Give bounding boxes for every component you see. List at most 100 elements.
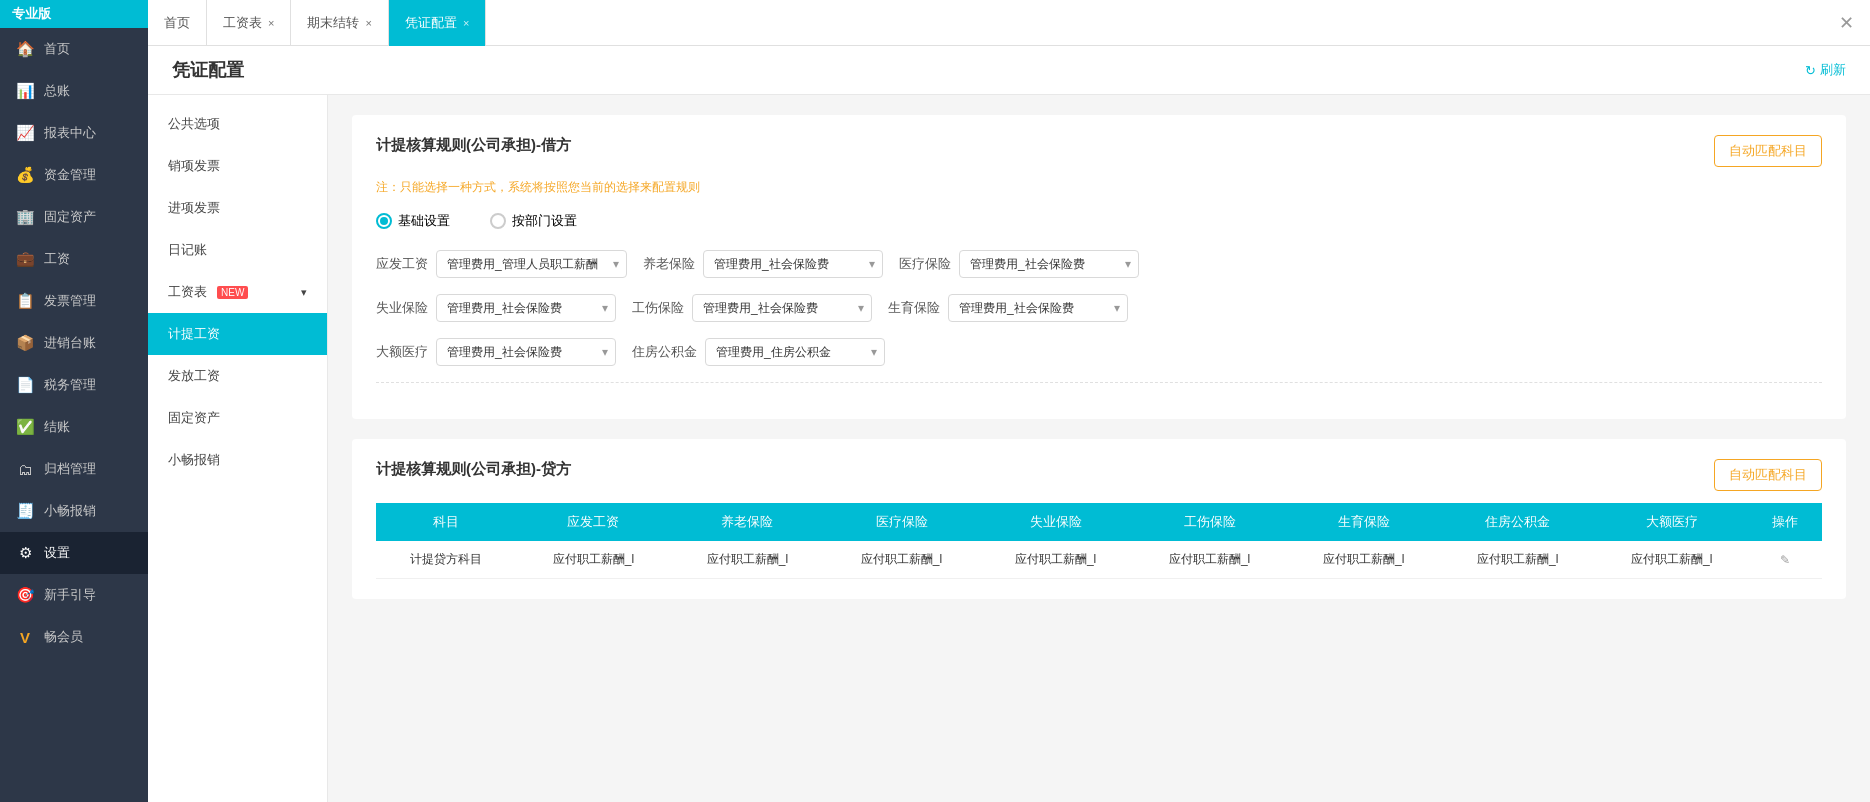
main-area: 首页 工资表 × 期末结转 × 凭证配置 × ✕ 凭证配置 ↻ 刷新 公共选项 bbox=[148, 0, 1870, 802]
sidebar-item-guide[interactable]: 🎯 新手引导 bbox=[0, 574, 148, 616]
sidebar-item-settlement[interactable]: ✅ 结账 bbox=[0, 406, 148, 448]
ledger-icon: 📊 bbox=[16, 82, 34, 100]
shengyu-select[interactable]: 管理费用_社会保险费 bbox=[948, 294, 1128, 322]
yiliao-select[interactable]: 管理费用_社会保险费 bbox=[959, 250, 1139, 278]
field-shengyu: 生育保险 管理费用_社会保险费 bbox=[888, 294, 1128, 322]
topbar: 首页 工资表 × 期末结转 × 凭证配置 × ✕ bbox=[148, 0, 1870, 46]
section-debit-rules: 计提核算规则(公司承担)-借方 自动匹配科目 注：只能选择一种方式，系统将按照您… bbox=[352, 115, 1846, 419]
sidebar-item-fixed-assets[interactable]: 🏢 固定资产 bbox=[0, 196, 148, 238]
sidebar-item-reports[interactable]: 📈 报表中心 bbox=[0, 112, 148, 154]
field-daeyiliao: 大额医疗 管理费用_社会保险费 bbox=[376, 338, 616, 366]
sidebar-item-general-ledger[interactable]: 📊 总账 bbox=[0, 70, 148, 112]
left-nav-xiaochang-expense[interactable]: 小畅报销 bbox=[148, 439, 327, 481]
tab-voucher-config[interactable]: 凭证配置 × bbox=[389, 0, 486, 46]
cell-action[interactable]: ✎ bbox=[1749, 541, 1822, 579]
gongshang-label: 工伤保险 bbox=[632, 299, 684, 317]
sidebar-item-capital[interactable]: 💰 资金管理 bbox=[0, 154, 148, 196]
xiaochang-icon: 🧾 bbox=[16, 502, 34, 520]
sidebar-item-salary[interactable]: 💼 工资 bbox=[0, 238, 148, 280]
sidebar-item-home[interactable]: 🏠 首页 bbox=[0, 28, 148, 70]
shiye-select[interactable]: 管理费用_社会保险费 bbox=[436, 294, 616, 322]
field-yiliao: 医疗保险 管理费用_社会保险费 bbox=[899, 250, 1139, 278]
field-yanglao: 养老保险 管理费用_社会保险费 bbox=[643, 250, 883, 278]
left-nav-public-options[interactable]: 公共选项 bbox=[148, 103, 327, 145]
left-nav-calc-salary[interactable]: 计提工资 bbox=[148, 313, 327, 355]
radio-basic[interactable]: 基础设置 bbox=[376, 212, 450, 230]
sidebar-item-invoice[interactable]: 📋 发票管理 bbox=[0, 280, 148, 322]
tax-icon: 📄 bbox=[16, 376, 34, 394]
main-content: 计提核算规则(公司承担)-借方 自动匹配科目 注：只能选择一种方式，系统将按照您… bbox=[328, 95, 1870, 802]
gongshang-select[interactable]: 管理费用_社会保险费 bbox=[692, 294, 872, 322]
page-title: 凭证配置 bbox=[172, 58, 244, 82]
sidebar-item-tax[interactable]: 📄 税务管理 bbox=[0, 364, 148, 406]
shengyu-select-wrapper: 管理费用_社会保险费 bbox=[948, 294, 1128, 322]
auto-match-button-1[interactable]: 自动匹配科目 bbox=[1714, 135, 1822, 167]
gongjijin-select[interactable]: 管理费用_住房公积金 bbox=[705, 338, 885, 366]
cell-yiliao: 应付职工薪酬_l bbox=[824, 541, 978, 579]
refresh-button[interactable]: ↻ 刷新 bbox=[1805, 61, 1846, 79]
yanglao-select[interactable]: 管理费用_社会保险费 bbox=[703, 250, 883, 278]
refresh-icon: ↻ bbox=[1805, 63, 1816, 78]
daeyiliao-select[interactable]: 管理费用_社会保险费 bbox=[436, 338, 616, 366]
left-nav-pay-salary[interactable]: 发放工资 bbox=[148, 355, 327, 397]
sidebar-item-xiaochang[interactable]: 🧾 小畅报销 bbox=[0, 490, 148, 532]
form-row-2: 失业保险 管理费用_社会保险费 工伤保险 管理费用_社会保险费 bbox=[376, 294, 1822, 322]
th-yiliao: 医疗保险 bbox=[824, 503, 978, 541]
radio-group: 基础设置 按部门设置 bbox=[376, 212, 1822, 230]
invoice-icon: 📋 bbox=[16, 292, 34, 310]
settings-icon: ⚙ bbox=[16, 544, 34, 562]
yanglao-label: 养老保险 bbox=[643, 255, 695, 273]
cell-subject: 计提贷方科目 bbox=[376, 541, 516, 579]
radio-basic-circle bbox=[376, 213, 392, 229]
shiye-select-wrapper: 管理费用_社会保险费 bbox=[436, 294, 616, 322]
sales-icon: 📦 bbox=[16, 334, 34, 352]
tab-payroll[interactable]: 工资表 × bbox=[207, 0, 291, 46]
app-name: 专业版 bbox=[0, 0, 148, 28]
left-nav: 公共选项 销项发票 进项发票 日记账 工资表 NEW ▾ 计提工资 bbox=[148, 95, 328, 802]
yingfa-select-wrapper: 管理费用_管理人员职工薪酬 bbox=[436, 250, 627, 278]
auto-match-button-2[interactable]: 自动匹配科目 bbox=[1714, 459, 1822, 491]
th-subject: 科目 bbox=[376, 503, 516, 541]
capital-icon: 💰 bbox=[16, 166, 34, 184]
sidebar-item-member[interactable]: V 畅会员 bbox=[0, 616, 148, 658]
left-nav-journal[interactable]: 日记账 bbox=[148, 229, 327, 271]
yingfa-select[interactable]: 管理费用_管理人员职工薪酬 bbox=[436, 250, 627, 278]
shengyu-label: 生育保险 bbox=[888, 299, 940, 317]
shiye-label: 失业保险 bbox=[376, 299, 428, 317]
tab-period-close[interactable]: 期末结转 × bbox=[291, 0, 388, 46]
left-nav-purchase-invoice[interactable]: 进项发票 bbox=[148, 187, 327, 229]
close-period-tab[interactable]: × bbox=[365, 17, 371, 29]
yanglao-select-wrapper: 管理费用_社会保险费 bbox=[703, 250, 883, 278]
th-shengyu: 生育保险 bbox=[1287, 503, 1441, 541]
cell-daeyiliao: 应付职工薪酬_l bbox=[1595, 541, 1749, 579]
salary-icon: 💼 bbox=[16, 250, 34, 268]
sidebar-item-archive[interactable]: 🗂 归档管理 bbox=[0, 448, 148, 490]
th-gongjijin: 住房公积金 bbox=[1441, 503, 1595, 541]
cell-shengyu: 应付职工薪酬_l bbox=[1287, 541, 1441, 579]
close-voucher-tab[interactable]: × bbox=[463, 17, 469, 29]
section2-title: 计提核算规则(公司承担)-贷方 bbox=[376, 460, 571, 479]
th-daeyiliao: 大额医疗 bbox=[1595, 503, 1749, 541]
sidebar-item-sales-purchase[interactable]: 📦 进销台账 bbox=[0, 322, 148, 364]
section2-header: 计提核算规则(公司承担)-贷方 自动匹配科目 bbox=[376, 459, 1822, 491]
edit-icon[interactable]: ✎ bbox=[1780, 553, 1790, 567]
cell-yanglao: 应付职工薪酬_l bbox=[670, 541, 824, 579]
tab-home[interactable]: 首页 bbox=[148, 0, 207, 46]
cell-yingfa: 应付职工薪酬_l bbox=[516, 541, 670, 579]
th-shiye: 失业保险 bbox=[979, 503, 1133, 541]
field-gongshang: 工伤保险 管理费用_社会保险费 bbox=[632, 294, 872, 322]
close-payroll-tab[interactable]: × bbox=[268, 17, 274, 29]
left-nav-payroll-table[interactable]: 工资表 NEW ▾ bbox=[148, 271, 327, 313]
field-gongjijin: 住房公积金 管理费用_住房公积金 bbox=[632, 338, 885, 366]
left-nav-sales-invoice[interactable]: 销项发票 bbox=[148, 145, 327, 187]
new-badge: NEW bbox=[217, 286, 248, 299]
sidebar-item-settings[interactable]: ⚙ 设置 bbox=[0, 532, 148, 574]
left-nav-fixed-assets-sub[interactable]: 固定资产 bbox=[148, 397, 327, 439]
section1-note: 注：只能选择一种方式，系统将按照您当前的选择来配置规则 bbox=[376, 179, 1822, 196]
window-close-button[interactable]: ✕ bbox=[1823, 12, 1870, 34]
gongshang-select-wrapper: 管理费用_社会保险费 bbox=[692, 294, 872, 322]
fixed-assets-icon: 🏢 bbox=[16, 208, 34, 226]
radio-department[interactable]: 按部门设置 bbox=[490, 212, 577, 230]
yiliao-label: 医疗保险 bbox=[899, 255, 951, 273]
form-row-1: 应发工资 管理费用_管理人员职工薪酬 养老保险 管理费用_社会保险费 bbox=[376, 250, 1822, 278]
